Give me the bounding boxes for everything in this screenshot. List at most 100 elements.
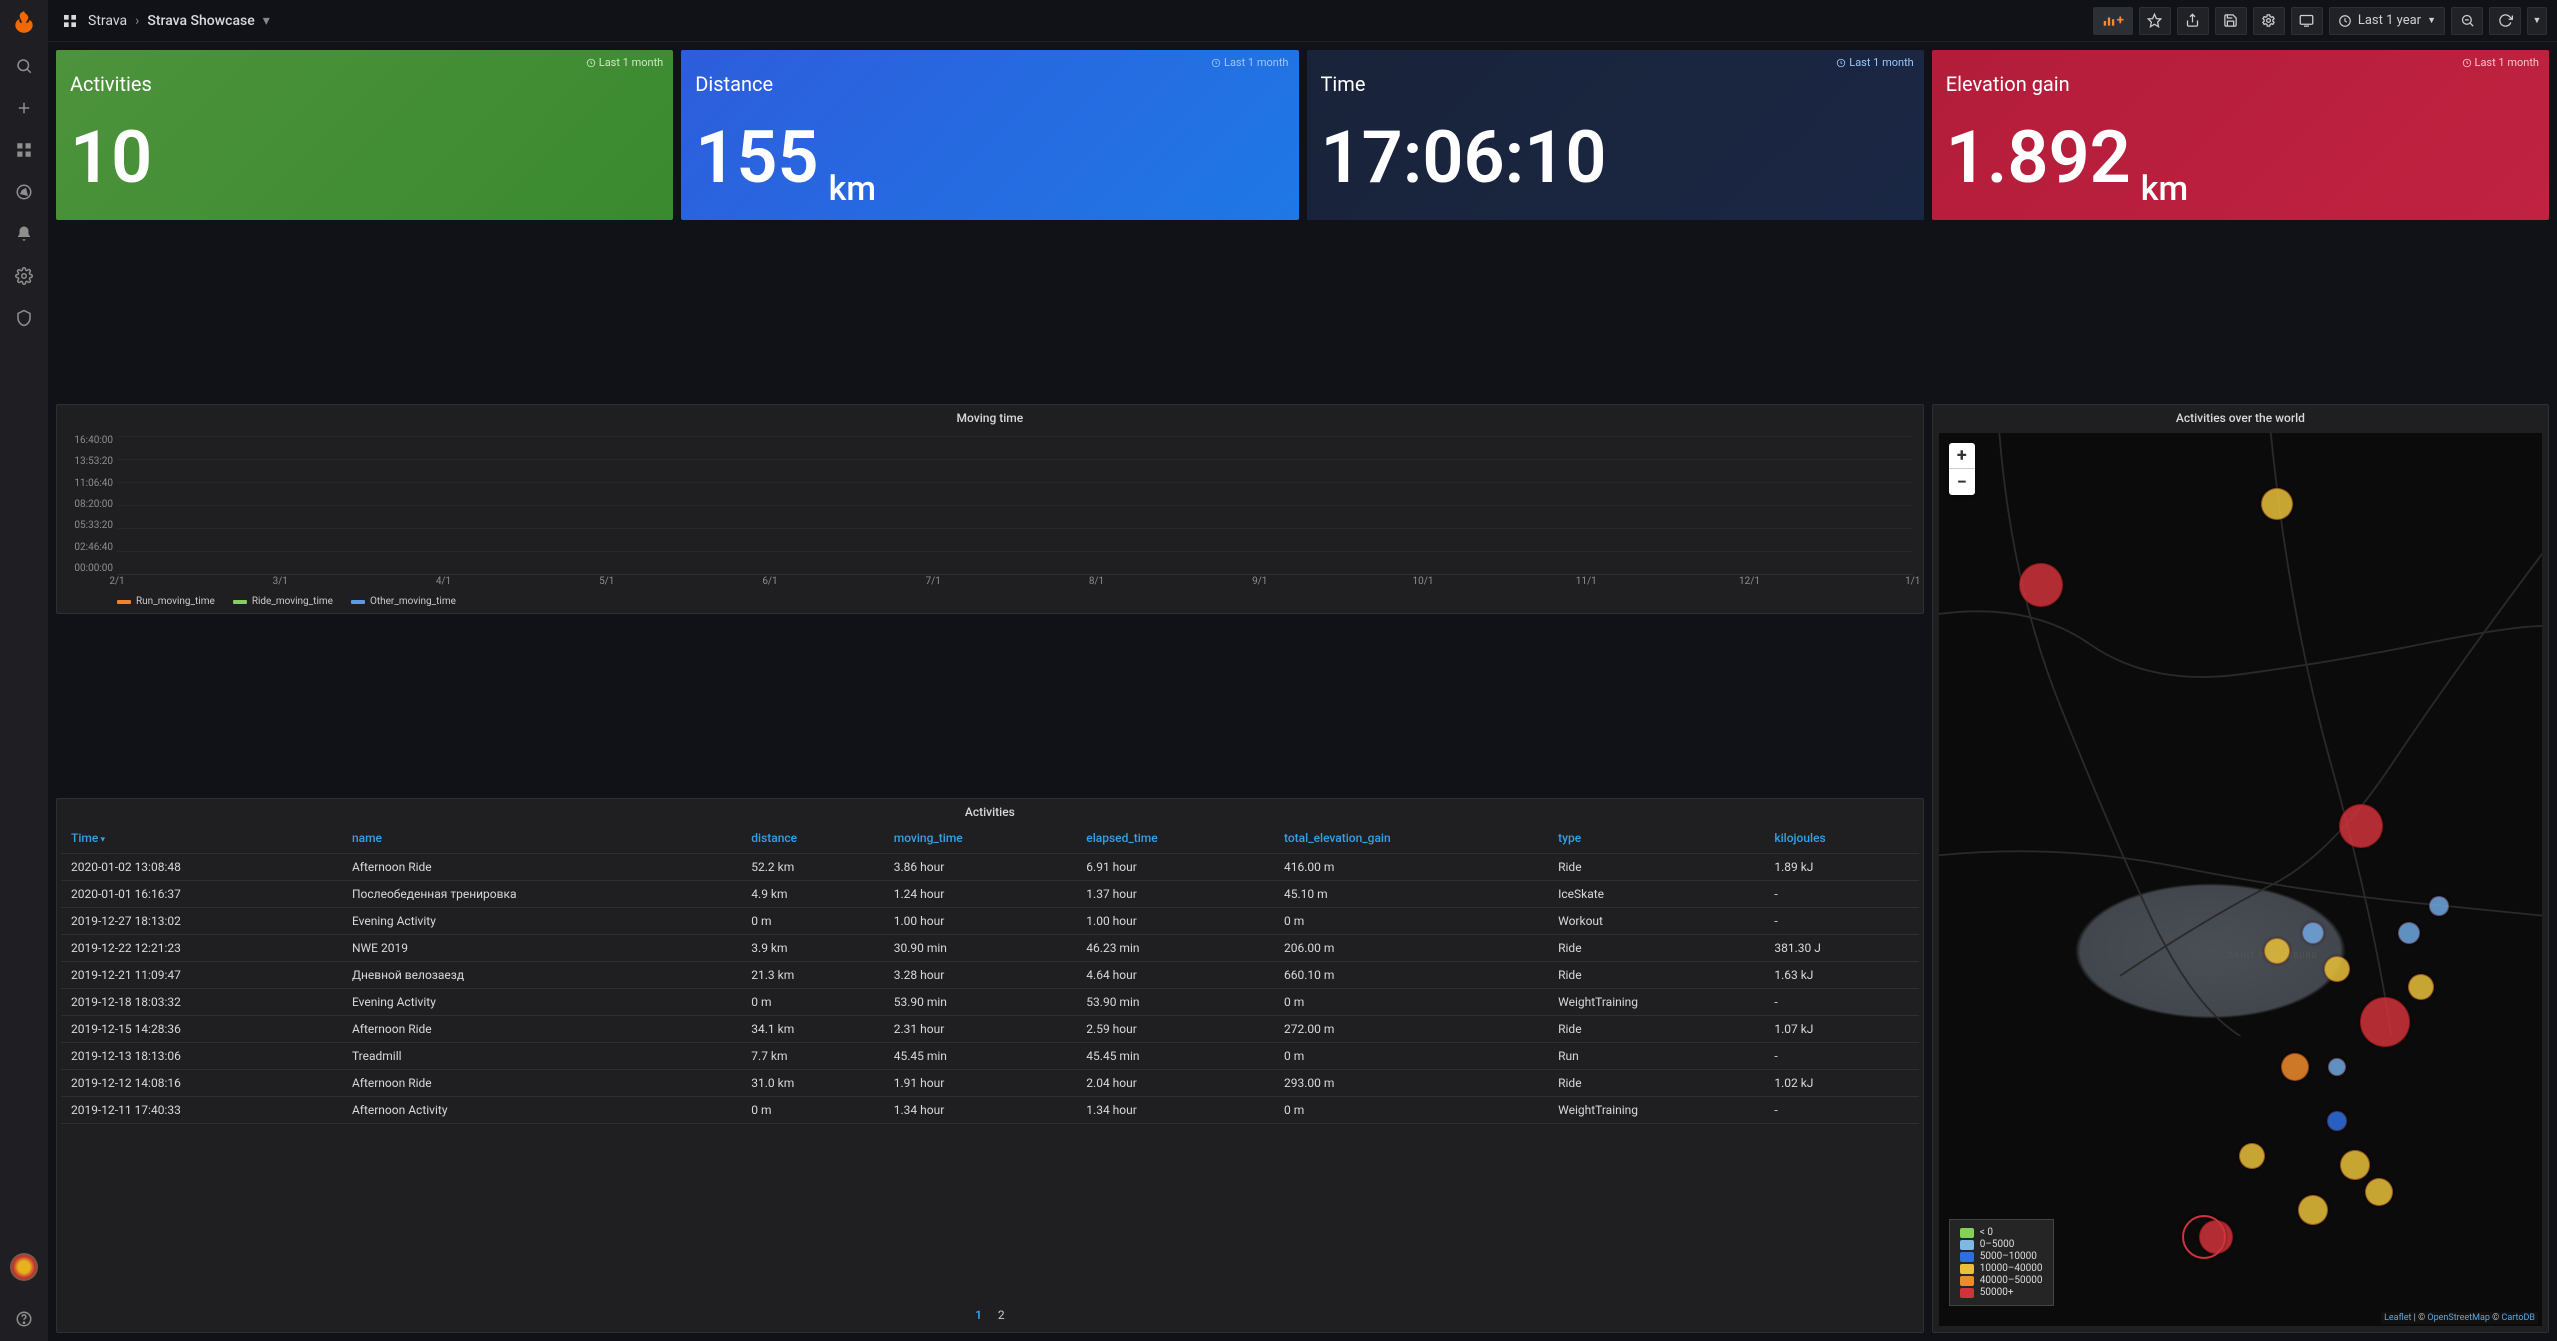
zoom-out-button[interactable] [2451, 7, 2483, 35]
activities-table: Timenamedistancemoving_timeelapsed_timet… [61, 823, 1919, 1124]
map-activity-dot[interactable] [2298, 1195, 2328, 1225]
chevron-down-icon: ▼ [2533, 15, 2542, 26]
map-activity-dot[interactable] [2328, 1058, 2346, 1076]
legend-item[interactable]: Ride_moving_time [233, 596, 333, 607]
chevron-right-icon: › [135, 13, 139, 29]
save-button[interactable] [2215, 7, 2247, 35]
table-row[interactable]: 2019-12-22 12:21:23NWE 20193.9 km30.90 m… [61, 935, 1919, 962]
leaflet-link[interactable]: Leaflet [2384, 1313, 2411, 1323]
help-icon[interactable] [12, 1307, 36, 1331]
map-activity-dot[interactable] [2408, 974, 2434, 1000]
map-panel[interactable]: Activities over the world SAINT PETERSBU… [1932, 404, 2549, 1333]
share-button[interactable] [2177, 7, 2209, 35]
legend-item[interactable]: Run_moving_time [117, 596, 215, 607]
breadcrumb: Strava › Strava Showcase ▾ [88, 13, 270, 29]
moving-time-panel[interactable]: Moving time 16:40:0013:53:2011:06:4008:2… [56, 404, 1924, 614]
stat-activities[interactable]: Last 1 month Activities 10 [56, 50, 673, 220]
dashboards-nav-icon[interactable] [58, 9, 82, 33]
table-header[interactable]: type [1548, 823, 1764, 854]
left-sidebar [0, 0, 48, 1341]
topbar: Strava › Strava Showcase ▾ + Last 1 year… [48, 0, 2557, 42]
map-activity-dot[interactable] [2019, 563, 2063, 607]
table-row[interactable]: 2019-12-11 17:40:33Afternoon Activity0 m… [61, 1097, 1919, 1124]
stat-range-link[interactable]: Last 1 month [1211, 56, 1288, 69]
chart-x-axis: 2/13/14/15/16/17/18/19/110/111/112/11/1 [117, 576, 1913, 592]
stat-time[interactable]: Last 1 month Time 17:06:10 [1307, 50, 1924, 220]
settings-button[interactable] [2253, 7, 2285, 35]
map-zoom-out-button[interactable]: − [1949, 469, 1975, 495]
map-activity-dot[interactable] [2182, 1215, 2226, 1259]
table-row[interactable]: 2019-12-15 14:28:36Afternoon Ride34.1 km… [61, 1016, 1919, 1043]
table-row[interactable]: 2019-12-18 18:03:32Evening Activity0 m53… [61, 989, 1919, 1016]
table-header[interactable]: kilojoules [1764, 823, 1918, 854]
map-activity-dot[interactable] [2327, 1111, 2347, 1131]
stat-value: 1.892 [1946, 122, 2131, 194]
chart-plot-area[interactable]: 2/13/14/15/16/17/18/19/110/111/112/11/1 [117, 433, 1913, 592]
map-activity-dot[interactable] [2324, 956, 2350, 982]
table-row[interactable]: 2020-01-01 16:16:37Послеобеденная тренир… [61, 881, 1919, 908]
star-button[interactable] [2139, 7, 2171, 35]
user-avatar[interactable] [10, 1253, 38, 1281]
map-legend: < 00–50005000–1000010000–4000040000–5000… [1949, 1219, 2054, 1306]
map-activity-dot[interactable] [2339, 804, 2383, 848]
add-panel-button[interactable]: + [2093, 7, 2133, 35]
map-attribution: Leaflet | © OpenStreetMap © CartoDB [2381, 1312, 2538, 1324]
table-row[interactable]: 2019-12-12 14:08:16Afternoon Ride31.0 km… [61, 1070, 1919, 1097]
stat-label: Distance [681, 50, 1298, 96]
breadcrumb-title[interactable]: Strava Showcase [147, 13, 254, 29]
server-admin-icon[interactable] [12, 306, 36, 330]
breadcrumb-root[interactable]: Strava [88, 13, 127, 29]
map-activity-dot[interactable] [2264, 938, 2290, 964]
map-zoom-in-button[interactable]: + [1949, 443, 1975, 469]
stat-range-link[interactable]: Last 1 month [2462, 56, 2539, 69]
table-header[interactable]: name [342, 823, 741, 854]
map-zoom-control: + − [1949, 443, 1975, 495]
time-range-label: Last 1 year [2358, 13, 2421, 28]
chart-y-axis: 16:40:0013:53:2011:06:4008:20:0005:33:20… [61, 433, 117, 592]
table-header[interactable]: total_elevation_gain [1274, 823, 1548, 854]
refresh-interval-button[interactable]: ▼ [2527, 7, 2547, 35]
alerting-icon[interactable] [12, 222, 36, 246]
map-activity-dot[interactable] [2302, 922, 2324, 944]
stat-elevation[interactable]: Last 1 month Elevation gain 1.892km [1932, 50, 2549, 220]
time-picker-button[interactable]: Last 1 year ▼ [2329, 7, 2445, 35]
stat-range-link[interactable]: Last 1 month [586, 56, 663, 69]
table-header[interactable]: moving_time [884, 823, 1077, 854]
activities-table-panel[interactable]: Activities Timenamedistancemoving_timeel… [56, 798, 1924, 1333]
map-activity-dot[interactable] [2365, 1178, 2393, 1206]
map-activity-dot[interactable] [2261, 488, 2293, 520]
stat-distance[interactable]: Last 1 month Distance 155km [681, 50, 1298, 220]
dashboards-icon[interactable] [12, 138, 36, 162]
grafana-logo[interactable] [10, 8, 38, 36]
page-link[interactable]: 1 [975, 1308, 982, 1322]
legend-item[interactable]: Other_moving_time [351, 596, 456, 607]
cycle-view-button[interactable] [2291, 7, 2323, 35]
map-activity-dot[interactable] [2281, 1053, 2309, 1081]
table-row[interactable]: 2019-12-13 18:13:06Treadmill7.7 km45.45 … [61, 1043, 1919, 1070]
stat-value: 10 [70, 122, 152, 194]
stat-label: Elevation gain [1932, 50, 2549, 96]
plus-icon[interactable] [12, 96, 36, 120]
stat-value: 17:06:10 [1321, 122, 1607, 194]
table-row[interactable]: 2020-01-02 13:08:48Afternoon Ride52.2 km… [61, 854, 1919, 881]
panel-title: Activities over the world [1933, 405, 2548, 429]
carto-link[interactable]: CartoDB [2501, 1313, 2535, 1323]
table-header[interactable]: elapsed_time [1076, 823, 1274, 854]
stat-unit: km [829, 172, 876, 220]
table-row[interactable]: 2019-12-27 18:13:02Evening Activity0 m1.… [61, 908, 1919, 935]
stat-range-link[interactable]: Last 1 month [1836, 56, 1913, 69]
chevron-down-icon[interactable]: ▾ [263, 13, 270, 29]
refresh-button[interactable] [2489, 7, 2521, 35]
table-row[interactable]: 2019-12-21 11:09:47Дневной велозаезд21.3… [61, 962, 1919, 989]
table-header[interactable]: distance [741, 823, 883, 854]
map-canvas[interactable]: SAINT PETERSBURG + − < 00–50005000–10000… [1939, 433, 2542, 1326]
stat-label: Activities [56, 50, 673, 96]
configuration-icon[interactable] [12, 264, 36, 288]
explore-icon[interactable] [12, 180, 36, 204]
osm-link[interactable]: OpenStreetMap [2427, 1313, 2490, 1323]
page-link[interactable]: 2 [998, 1308, 1005, 1322]
table-pagination: 12 [57, 1300, 1923, 1332]
search-icon[interactable] [12, 54, 36, 78]
table-header[interactable]: Time [61, 823, 342, 854]
stat-value: 155 [695, 122, 818, 194]
